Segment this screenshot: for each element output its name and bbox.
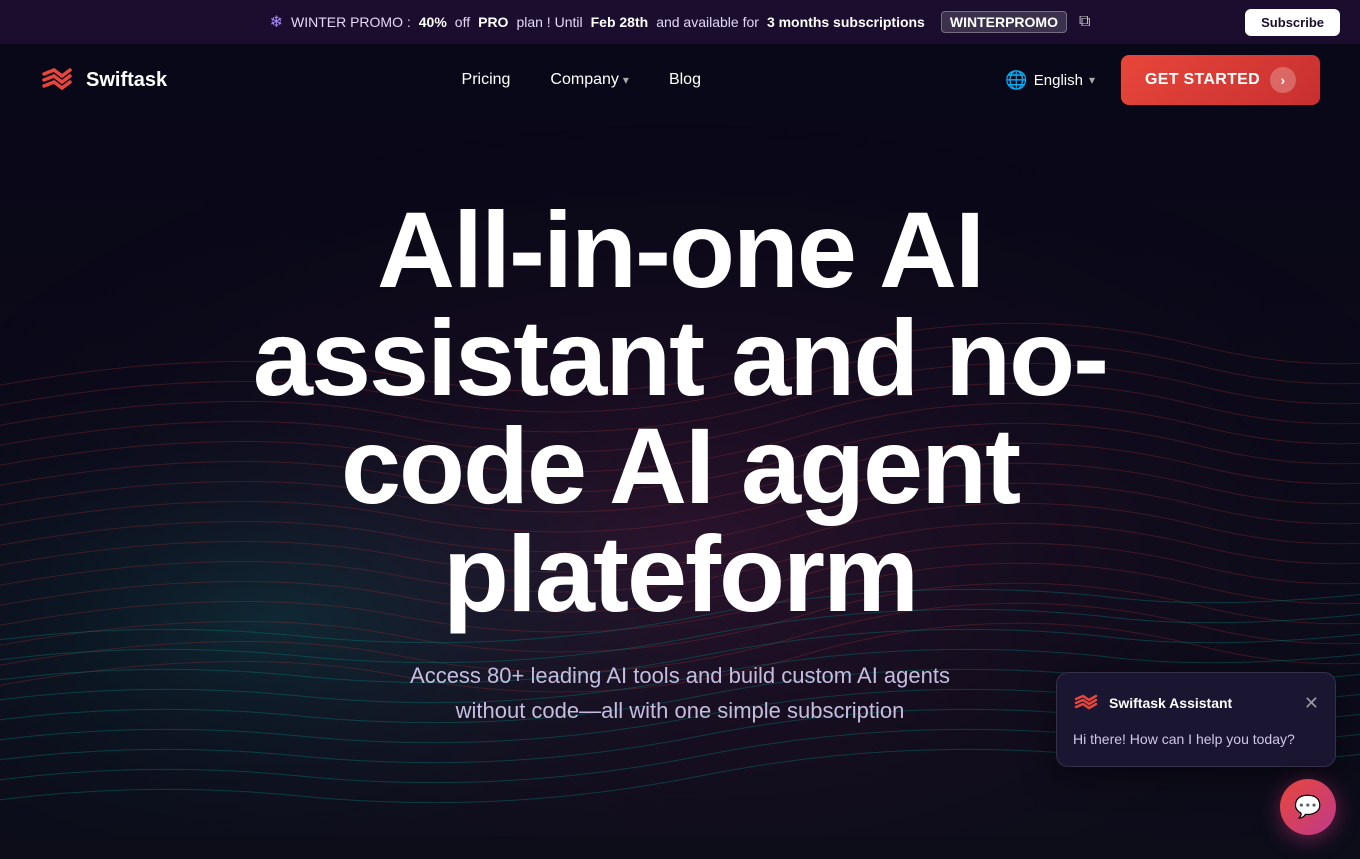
logo-text: Swiftask xyxy=(86,69,167,92)
chat-logo-icon xyxy=(1073,689,1101,717)
hero-subtitle: Access 80+ leading AI tools and build cu… xyxy=(380,658,980,728)
get-started-label: GET STARTED xyxy=(1145,71,1260,89)
subscribe-button[interactable]: Subscribe xyxy=(1245,9,1340,36)
arrow-circle-icon: › xyxy=(1270,67,1296,93)
snowflake-icon: ❄ xyxy=(270,12,283,32)
logo-icon xyxy=(40,62,76,98)
promo-avail-text: and available for xyxy=(656,14,759,30)
chat-widget: Swiftask Assistant ✕ Hi there! How can I… xyxy=(1056,672,1336,835)
hero-content: All-in-one AI assistant and no- code AI … xyxy=(213,196,1147,728)
chat-fab-button[interactable]: 💬 xyxy=(1280,779,1336,835)
promo-months: 3 months subscriptions xyxy=(767,14,925,30)
nav-links: Pricing Company ▾ Blog xyxy=(446,63,717,97)
hero-title-line3: code AI agent xyxy=(341,405,1019,526)
chat-title: Swiftask Assistant xyxy=(1109,695,1232,711)
logo-area[interactable]: Swiftask xyxy=(40,62,167,98)
close-icon[interactable]: ✕ xyxy=(1304,694,1319,712)
chat-message: Hi there! How can I help you today? xyxy=(1073,729,1319,750)
promo-percent: 40% xyxy=(419,14,447,30)
promo-date: Feb 28th xyxy=(591,14,649,30)
promo-plan-label: PRO xyxy=(478,14,508,30)
globe-icon: 🌐 xyxy=(1005,70,1027,91)
chat-fab-icon: 💬 xyxy=(1294,794,1321,820)
hero-title-line4: plateform xyxy=(443,513,917,634)
chat-header-left: Swiftask Assistant xyxy=(1073,689,1232,717)
navbar: Swiftask Pricing Company ▾ Blog 🌐 Englis… xyxy=(0,44,1360,116)
chevron-down-icon: ▾ xyxy=(623,73,629,87)
nav-right: 🌐 English ▾ GET STARTED › xyxy=(995,55,1320,105)
nav-company[interactable]: Company ▾ xyxy=(534,63,645,97)
promo-off: off xyxy=(455,14,470,30)
chat-bubble: Swiftask Assistant ✕ Hi there! How can I… xyxy=(1056,672,1336,767)
hero-title-line2: assistant and no- xyxy=(253,297,1107,418)
copy-icon[interactable]: ⧉ xyxy=(1079,13,1090,31)
promo-banner: ❄ WINTER PROMO : 40% off PRO plan ! Unti… xyxy=(0,0,1360,44)
get-started-button[interactable]: GET STARTED › xyxy=(1121,55,1320,105)
nav-pricing[interactable]: Pricing xyxy=(446,63,527,97)
chevron-down-icon: ▾ xyxy=(1089,73,1095,87)
hero-title: All-in-one AI assistant and no- code AI … xyxy=(253,196,1107,628)
nav-blog[interactable]: Blog xyxy=(653,63,717,97)
hero-title-line1: All-in-one AI xyxy=(377,189,983,310)
chat-header: Swiftask Assistant ✕ xyxy=(1073,689,1319,717)
promo-plan-text: plan ! Until xyxy=(516,14,582,30)
promo-text-prefix: WINTER PROMO : xyxy=(291,14,411,30)
language-selector[interactable]: 🌐 English ▾ xyxy=(995,64,1105,97)
lang-label: English xyxy=(1034,72,1083,89)
promo-code[interactable]: WINTERPROMO xyxy=(941,11,1067,33)
